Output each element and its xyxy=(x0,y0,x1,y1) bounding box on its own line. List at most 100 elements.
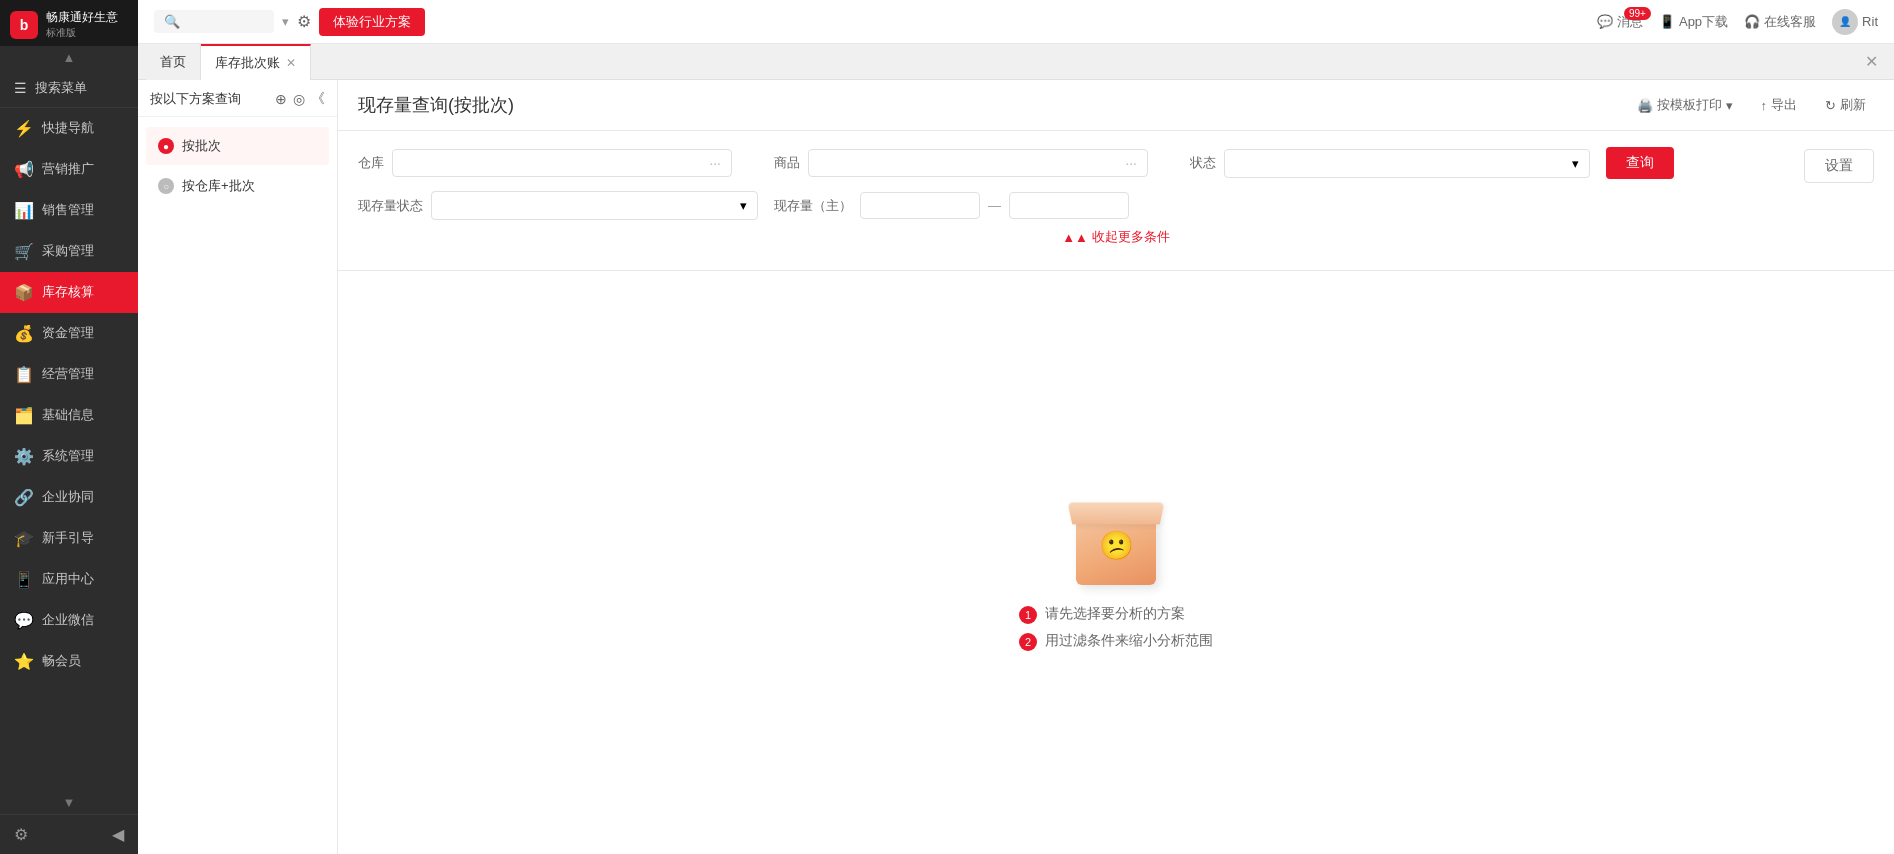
inventory-status-label: 现存量状态 xyxy=(358,197,423,215)
user-menu[interactable]: 👤 Rit xyxy=(1832,9,1878,35)
empty-step-1: 1 请先选择要分析的方案 xyxy=(1019,605,1213,624)
settings-icon[interactable]: ⚙ xyxy=(14,825,28,844)
export-icon: ↑ xyxy=(1761,98,1768,113)
search-icon: ☰ xyxy=(14,80,27,96)
tab-home[interactable]: 首页 xyxy=(146,44,201,80)
side-buttons: 设置 xyxy=(1804,147,1874,183)
app-subtitle: 标准版 xyxy=(46,26,118,40)
marketing-icon: 📢 xyxy=(14,160,34,179)
status-label: 状态 xyxy=(1190,154,1216,172)
sidebar-item-enterprise[interactable]: 🔗 企业协同 xyxy=(0,477,138,518)
sidebar-item-operations[interactable]: 📋 经营管理 xyxy=(0,354,138,395)
warehouse-text-input[interactable] xyxy=(403,156,705,171)
sidebar-item-marketing[interactable]: 📢 营销推广 xyxy=(0,149,138,190)
topbar-left: 🔍 ▾ ⚙ 体验行业方案 xyxy=(154,8,425,36)
product-text-input[interactable] xyxy=(819,156,1121,171)
main-area: 🔍 ▾ ⚙ 体验行业方案 💬 消息 99+ 📱 App下载 🎧 在线客服 xyxy=(138,0,1894,854)
product-input[interactable]: ··· xyxy=(808,149,1148,177)
collapse-sidebar-icon[interactable]: ◀ xyxy=(112,825,124,844)
topbar-search-icon: 🔍 xyxy=(164,14,180,29)
page-actions: 🖨️ 按模板打印 ▾ ↑ 导出 ↻ 刷新 xyxy=(1629,92,1875,118)
step-1-number: 1 xyxy=(1019,606,1037,624)
solution-by-batch[interactable]: ● 按批次 xyxy=(146,127,329,165)
print-dropdown-arrow[interactable]: ▾ xyxy=(1726,98,1733,113)
sidebar-scroll-up[interactable]: ▲ xyxy=(0,46,138,69)
content-area: 按以下方案查询 ⊕ ◎ 《 ● 按批次 ○ 按仓库+批次 xyxy=(138,80,1894,854)
warehouse-input[interactable]: ··· xyxy=(392,149,732,177)
sidebar-label-quick-nav: 快捷导航 xyxy=(42,119,94,137)
sidebar-item-quick-nav[interactable]: ⚡ 快捷导航 xyxy=(0,108,138,149)
sidebar-search-menu[interactable]: ☰ 搜索菜单 xyxy=(0,69,138,108)
inventory-qty-dash: — xyxy=(988,198,1001,213)
topbar: 🔍 ▾ ⚙ 体验行业方案 💬 消息 99+ 📱 App下载 🎧 在线客服 xyxy=(138,0,1894,44)
close-panel-icon[interactable]: ✕ xyxy=(1865,52,1878,71)
collapse-panel-button[interactable]: 《 xyxy=(311,90,325,108)
left-panel: 按以下方案查询 ⊕ ◎ 《 ● 按批次 ○ 按仓库+批次 xyxy=(138,80,338,854)
inventory-icon: 📦 xyxy=(14,283,34,302)
sidebar-label-apps: 应用中心 xyxy=(42,570,94,588)
trial-button[interactable]: 体验行业方案 xyxy=(319,8,425,36)
messages-badge: 99+ xyxy=(1624,7,1651,20)
product-more-icon[interactable]: ··· xyxy=(1125,155,1137,171)
collapse-conditions-button[interactable]: ▲▲ 收起更多条件 xyxy=(358,220,1874,254)
app-download-button[interactable]: 📱 App下载 xyxy=(1659,13,1728,31)
print-label: 按模板打印 xyxy=(1657,96,1722,114)
topbar-search-box[interactable]: 🔍 xyxy=(154,10,274,33)
refresh-button[interactable]: ↻ 刷新 xyxy=(1817,92,1874,118)
inventory-qty-label: 现存量（主） xyxy=(774,197,852,215)
sidebar-item-wechat[interactable]: 💬 企业微信 xyxy=(0,600,138,641)
action-buttons: 查询 xyxy=(1606,147,1674,179)
topbar-gear-icon[interactable]: ⚙ xyxy=(297,12,311,31)
empty-step-2: 2 用过滤条件来缩小分析范围 xyxy=(1019,632,1213,651)
topbar-search-input[interactable] xyxy=(184,15,244,29)
topbar-dropdown-arrow[interactable]: ▾ xyxy=(282,14,289,29)
export-button[interactable]: ↑ 导出 xyxy=(1753,92,1806,118)
empty-state: 😕 1 请先选择要分析的方案 2 用过滤条件来缩小分析范围 xyxy=(338,271,1894,854)
sidebar-item-finance[interactable]: 💰 资金管理 xyxy=(0,313,138,354)
sidebar: b 畅康通好生意 标准版 ▲ ☰ 搜索菜单 ⚡ 快捷导航 📢 营销推广 📊 销售… xyxy=(0,0,138,854)
solution-by-warehouse-batch[interactable]: ○ 按仓库+批次 xyxy=(146,167,329,205)
settings-button[interactable]: 设置 xyxy=(1804,149,1874,183)
sales-icon: 📊 xyxy=(14,201,34,220)
status-filter: 状态 ▾ xyxy=(1190,149,1590,178)
sidebar-item-apps[interactable]: 📱 应用中心 xyxy=(0,559,138,600)
inventory-qty-to[interactable] xyxy=(1009,192,1129,219)
inventory-status-select[interactable]: ▾ xyxy=(431,191,758,220)
inventory-batch-tab-label: 库存批次账 xyxy=(215,54,280,72)
sidebar-footer: ⚙ ◀ xyxy=(0,814,138,854)
warehouse-more-icon[interactable]: ··· xyxy=(709,155,721,171)
tab-close-inventory-batch[interactable]: ✕ xyxy=(286,56,296,70)
solution-settings-button[interactable]: ◎ xyxy=(293,91,305,107)
sidebar-item-sales[interactable]: 📊 销售管理 xyxy=(0,190,138,231)
sidebar-item-system[interactable]: ⚙️ 系统管理 xyxy=(0,436,138,477)
status-dropdown-arrow: ▾ xyxy=(1572,156,1579,171)
sidebar-scroll-down[interactable]: ▼ xyxy=(0,791,138,814)
customer-service-button[interactable]: 🎧 在线客服 xyxy=(1744,13,1816,31)
tab-inventory-batch[interactable]: 库存批次账 ✕ xyxy=(201,44,311,80)
solution-dot-batch: ● xyxy=(158,138,174,154)
inventory-qty-to-input[interactable] xyxy=(1020,198,1188,213)
refresh-icon: ↻ xyxy=(1825,98,1836,113)
status-select[interactable]: ▾ xyxy=(1224,149,1590,178)
inventory-qty-from[interactable] xyxy=(860,192,980,219)
messages-button[interactable]: 💬 消息 99+ xyxy=(1597,13,1643,31)
app-download-label: App下载 xyxy=(1679,13,1728,31)
avatar: 👤 xyxy=(1832,9,1858,35)
member-icon: ⭐ xyxy=(14,652,34,671)
sidebar-item-basics[interactable]: 🗂️ 基础信息 xyxy=(0,395,138,436)
box-body: 😕 xyxy=(1076,515,1156,585)
wechat-icon: 💬 xyxy=(14,611,34,630)
sidebar-nav: ☰ 搜索菜单 ⚡ 快捷导航 📢 营销推广 📊 销售管理 🛒 采购管理 📦 库存核… xyxy=(0,69,138,791)
app-logo: b xyxy=(10,11,38,39)
sidebar-item-purchase[interactable]: 🛒 采购管理 xyxy=(0,231,138,272)
left-panel-header: 按以下方案查询 ⊕ ◎ 《 xyxy=(138,80,337,117)
sidebar-item-newbie[interactable]: 🎓 新手引导 xyxy=(0,518,138,559)
add-solution-button[interactable]: ⊕ xyxy=(275,91,287,107)
sidebar-item-inventory[interactable]: 📦 库存核算 xyxy=(0,272,138,313)
print-button[interactable]: 🖨️ 按模板打印 ▾ xyxy=(1629,92,1741,118)
user-name: Rit xyxy=(1862,14,1878,29)
enterprise-icon: 🔗 xyxy=(14,488,34,507)
query-button[interactable]: 查询 xyxy=(1606,147,1674,179)
sidebar-item-member[interactable]: ⭐ 畅会员 xyxy=(0,641,138,682)
filter-area: 仓库 ··· 商品 ··· xyxy=(338,131,1894,271)
